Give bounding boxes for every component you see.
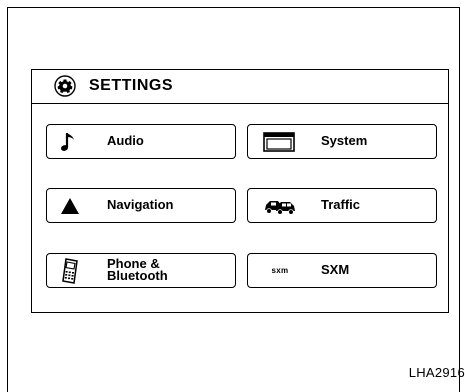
traffic-label: Traffic xyxy=(321,189,360,221)
page-title: SETTINGS xyxy=(89,77,173,95)
navigation-label: Navigation xyxy=(107,189,173,221)
traffic-button[interactable]: Traffic xyxy=(247,188,437,223)
screen-header: SETTINGS xyxy=(32,70,448,104)
phone-bluetooth-label: Phone & Bluetooth xyxy=(107,254,168,286)
triangle-arrow-icon xyxy=(57,193,83,218)
phone-icon xyxy=(57,258,83,283)
navigation-button[interactable]: Navigation xyxy=(46,188,236,223)
sxm-icon: sxm xyxy=(262,258,298,283)
sxm-label: SXM xyxy=(321,254,349,286)
system-button[interactable]: System xyxy=(247,124,437,159)
audio-label: Audio xyxy=(107,125,144,157)
phone-bluetooth-button[interactable]: Phone & Bluetooth xyxy=(46,253,236,288)
cars-icon xyxy=(262,193,298,218)
sxm-button[interactable]: sxm SXM xyxy=(247,253,437,288)
music-note-icon xyxy=(57,129,83,154)
gear-icon xyxy=(54,75,76,97)
system-label: System xyxy=(321,125,367,157)
screen-icon xyxy=(262,129,296,154)
audio-button[interactable]: Audio xyxy=(46,124,236,159)
settings-screen: SETTINGS Audio System Navigation xyxy=(31,69,449,313)
figure-id: LHA2916 xyxy=(409,365,465,380)
